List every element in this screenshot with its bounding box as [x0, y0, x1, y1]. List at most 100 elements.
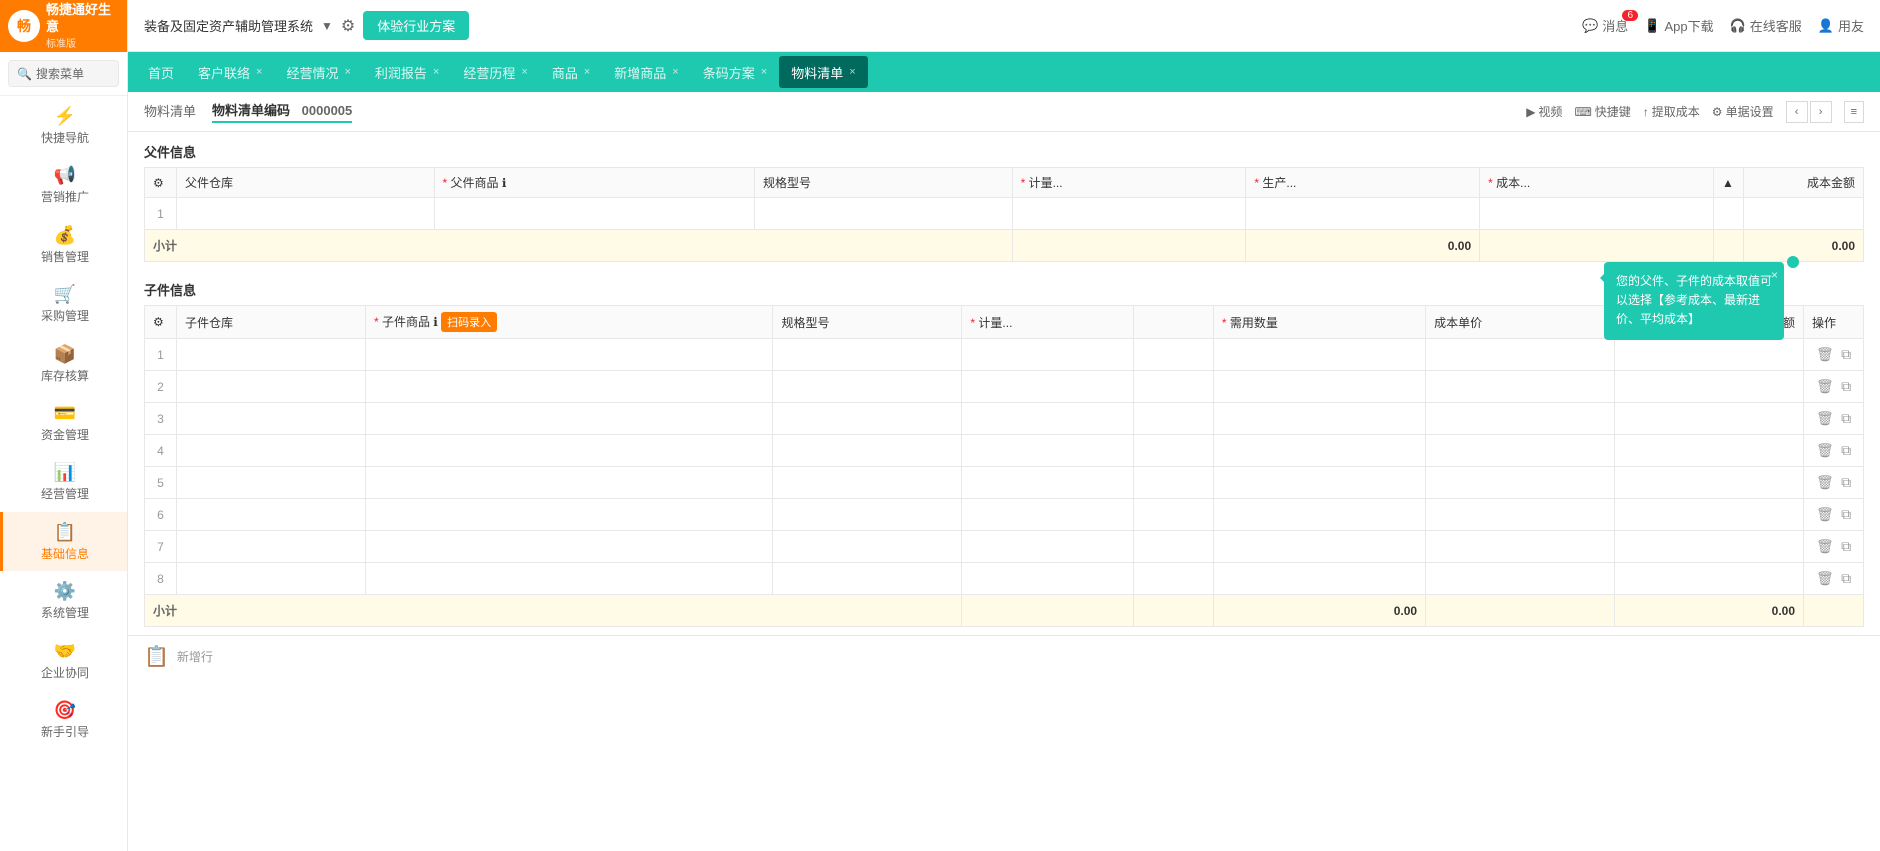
- sidebar-item-quick-nav[interactable]: ⚡ 快捷导航: [0, 96, 127, 155]
- child-unit-cost-6[interactable]: [1426, 499, 1615, 531]
- tab-close-bom[interactable]: ×: [849, 66, 855, 78]
- app-download-link[interactable]: 📱 App下载: [1644, 16, 1713, 35]
- child-unit-7[interactable]: [962, 531, 1134, 563]
- nav-tab-add-goods[interactable]: 新增商品×: [602, 56, 690, 88]
- child-unit-3[interactable]: [962, 403, 1134, 435]
- child-spec-4[interactable]: [773, 435, 962, 467]
- add-row-label[interactable]: 新增行: [177, 648, 213, 665]
- nav-tab-bom[interactable]: 物料清单×: [779, 56, 867, 88]
- nav-tab-operations-status[interactable]: 经营情况×: [274, 56, 362, 88]
- nav-tab-home[interactable]: 首页: [136, 56, 186, 88]
- child-product-4[interactable]: [365, 435, 773, 467]
- child-unit-6[interactable]: [962, 499, 1134, 531]
- sidebar-item-guide[interactable]: 🎯 新手引导: [0, 690, 127, 749]
- copy-icon-3[interactable]: ⧉: [1841, 410, 1851, 426]
- child-product-5[interactable]: [365, 467, 773, 499]
- child-unit-8[interactable]: [962, 563, 1134, 595]
- tab-close-operations-status[interactable]: ×: [344, 66, 350, 78]
- add-row-icon[interactable]: 📋: [144, 644, 169, 669]
- delete-icon-6[interactable]: 🗑: [1816, 506, 1834, 522]
- child-unit-cost-7[interactable]: [1426, 531, 1615, 563]
- delete-icon-2[interactable]: 🗑: [1816, 378, 1834, 394]
- delete-icon-7[interactable]: 🗑: [1816, 538, 1834, 554]
- child-quantity-4[interactable]: [1213, 435, 1425, 467]
- user-menu[interactable]: 👤 用友: [1818, 16, 1864, 35]
- copy-icon-5[interactable]: ⧉: [1841, 474, 1851, 490]
- child-product-8[interactable]: [365, 563, 773, 595]
- system-dropdown-button[interactable]: ▼: [321, 19, 333, 33]
- delete-icon-4[interactable]: 🗑: [1816, 442, 1834, 458]
- single-settings-action[interactable]: ⚙ 单据设置: [1712, 103, 1774, 120]
- parent-unit-cell[interactable]: [1012, 198, 1246, 230]
- child-unit-5[interactable]: [962, 467, 1134, 499]
- tab-close-add-goods[interactable]: ×: [672, 66, 678, 78]
- child-unit-1[interactable]: [962, 339, 1134, 371]
- message-badge[interactable]: 💬 消息 6: [1582, 16, 1628, 35]
- sidebar-item-finance[interactable]: 💳 资金管理: [0, 393, 127, 452]
- tooltip-close-icon[interactable]: ×: [1771, 266, 1778, 285]
- parent-col-sort[interactable]: ▲: [1714, 168, 1744, 198]
- copy-icon-8[interactable]: ⧉: [1841, 570, 1851, 586]
- child-unit-cost-3[interactable]: [1426, 403, 1615, 435]
- child-unit-cost-1[interactable]: [1426, 339, 1615, 371]
- nav-tab-customers[interactable]: 客户联络×: [186, 56, 274, 88]
- sidebar-item-marketing[interactable]: 📢 营销推广: [0, 155, 127, 214]
- parent-warehouse-cell[interactable]: [177, 198, 435, 230]
- child-spec-3[interactable]: [773, 403, 962, 435]
- nav-prev-button[interactable]: ‹: [1786, 101, 1808, 123]
- copy-icon-4[interactable]: ⧉: [1841, 442, 1851, 458]
- child-spec-6[interactable]: [773, 499, 962, 531]
- tab-close-barcode[interactable]: ×: [761, 66, 767, 78]
- child-quantity-3[interactable]: [1213, 403, 1425, 435]
- child-warehouse-5[interactable]: [177, 467, 366, 499]
- child-warehouse-1[interactable]: [177, 339, 366, 371]
- nav-tab-profit-report[interactable]: 利润报告×: [363, 56, 451, 88]
- nav-next-button[interactable]: ›: [1810, 101, 1832, 123]
- scan-button[interactable]: 扫码录入: [441, 312, 497, 332]
- extract-cost-action[interactable]: ↑ 提取成本: [1643, 103, 1700, 120]
- parent-col-settings[interactable]: ⚙: [145, 168, 177, 198]
- child-product-2[interactable]: [365, 371, 773, 403]
- grid-view-button[interactable]: ≡: [1844, 101, 1864, 123]
- copy-icon-1[interactable]: ⧉: [1841, 346, 1851, 362]
- child-unit-2[interactable]: [962, 371, 1134, 403]
- sidebar-item-inventory[interactable]: 📦 库存核算: [0, 334, 127, 393]
- delete-icon-1[interactable]: 🗑: [1816, 346, 1834, 362]
- delete-icon-5[interactable]: 🗑: [1816, 474, 1834, 490]
- tab-bom-code[interactable]: 物料清单编码 0000005: [212, 100, 352, 123]
- parent-product-cell[interactable]: [434, 198, 755, 230]
- copy-icon-6[interactable]: ⧉: [1841, 506, 1851, 522]
- child-quantity-1[interactable]: [1213, 339, 1425, 371]
- child-quantity-8[interactable]: [1213, 563, 1425, 595]
- trial-button[interactable]: 体验行业方案: [363, 11, 469, 40]
- copy-icon-2[interactable]: ⧉: [1841, 378, 1851, 394]
- child-product-3[interactable]: [365, 403, 773, 435]
- view-action[interactable]: ▶ 视频: [1526, 103, 1562, 120]
- sidebar-item-basic-info[interactable]: 📋 基础信息: [0, 512, 127, 571]
- child-spec-2[interactable]: [773, 371, 962, 403]
- child-col-settings[interactable]: ⚙: [145, 306, 177, 339]
- child-quantity-5[interactable]: [1213, 467, 1425, 499]
- tab-close-profit-report[interactable]: ×: [433, 66, 439, 78]
- nav-tab-barcode[interactable]: 条码方案×: [691, 56, 779, 88]
- search-menu-button[interactable]: 🔍 搜索菜单: [8, 60, 119, 87]
- child-spec-1[interactable]: [773, 339, 962, 371]
- parent-cost-cell[interactable]: [1480, 198, 1714, 230]
- online-service-link[interactable]: 🎧 在线客服: [1730, 16, 1802, 35]
- child-unit-cost-2[interactable]: [1426, 371, 1615, 403]
- child-spec-5[interactable]: [773, 467, 962, 499]
- child-unit-cost-4[interactable]: [1426, 435, 1615, 467]
- child-warehouse-8[interactable]: [177, 563, 366, 595]
- child-warehouse-7[interactable]: [177, 531, 366, 563]
- tab-close-ops-history[interactable]: ×: [521, 66, 527, 78]
- parent-production-cell[interactable]: [1246, 198, 1480, 230]
- child-quantity-7[interactable]: [1213, 531, 1425, 563]
- tab-close-goods[interactable]: ×: [584, 66, 590, 78]
- child-warehouse-6[interactable]: [177, 499, 366, 531]
- copy-icon-7[interactable]: ⧉: [1841, 538, 1851, 554]
- shortcut-action[interactable]: ⌨ 快捷键: [1574, 103, 1630, 120]
- child-quantity-2[interactable]: [1213, 371, 1425, 403]
- sidebar-item-operations[interactable]: 📊 经营管理: [0, 452, 127, 511]
- child-unit-cost-8[interactable]: [1426, 563, 1615, 595]
- child-product-7[interactable]: [365, 531, 773, 563]
